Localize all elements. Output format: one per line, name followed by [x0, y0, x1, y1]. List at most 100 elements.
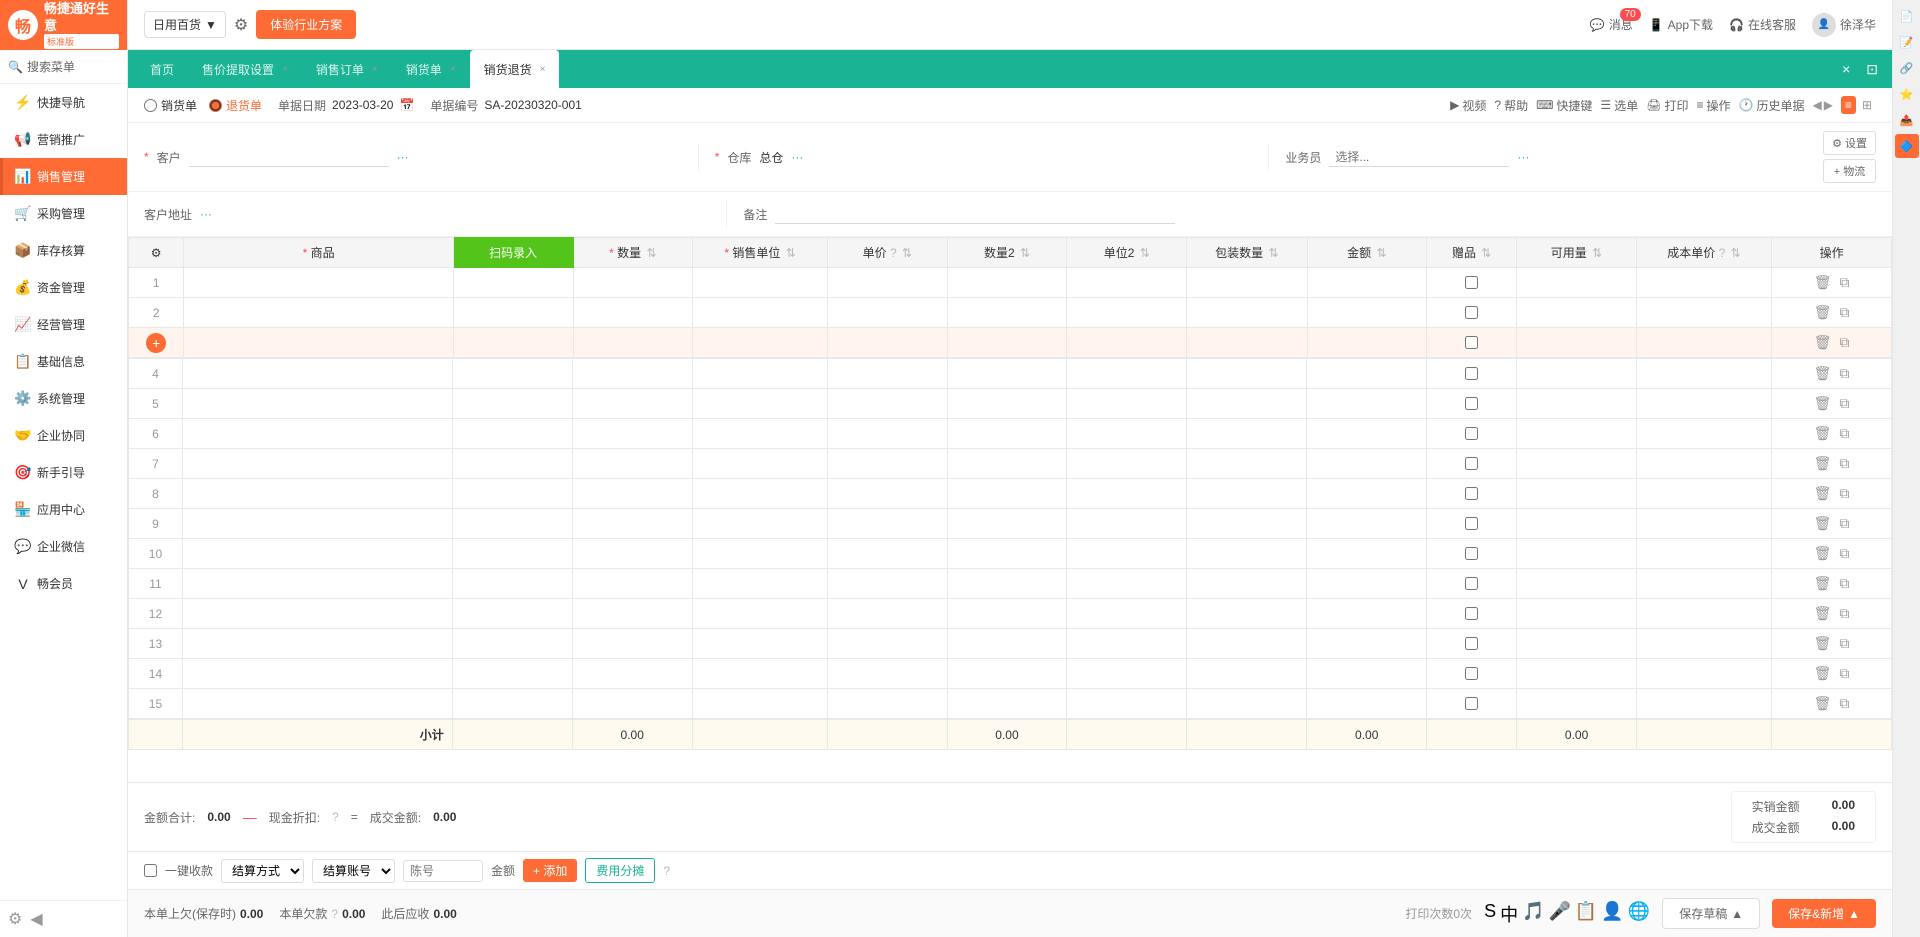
- pack-qty-cell[interactable]: [1187, 449, 1307, 479]
- price-cell[interactable]: [827, 449, 947, 479]
- pack-qty-cell[interactable]: [1187, 629, 1307, 659]
- cost-price-cell[interactable]: [1637, 599, 1772, 629]
- qty-cell[interactable]: [572, 479, 692, 509]
- price-cell[interactable]: [827, 419, 947, 449]
- goods-cell[interactable]: [182, 419, 452, 449]
- copy-row-btn[interactable]: ⧉: [1837, 453, 1851, 474]
- available-cell[interactable]: [1517, 419, 1637, 449]
- industry-select[interactable]: 日用百货 ▼: [144, 11, 226, 38]
- action-video[interactable]: ▶ 视频: [1450, 97, 1486, 114]
- right-panel-btn-1[interactable]: 📄: [1895, 4, 1919, 28]
- unit-cell[interactable]: [692, 449, 827, 479]
- pack-qty-cell[interactable]: [1187, 689, 1307, 719]
- user-profile[interactable]: 👤 徐泽华: [1812, 13, 1876, 37]
- customer-input[interactable]: [189, 148, 389, 167]
- settings-btn[interactable]: ⚙ 设置: [1823, 131, 1876, 155]
- pack-qty-cell[interactable]: [1187, 569, 1307, 599]
- gift-checkbox[interactable]: [1465, 577, 1478, 590]
- gift-checkbox[interactable]: [1465, 457, 1478, 470]
- col-header-scan[interactable]: 扫码录入: [453, 238, 573, 268]
- cost-price-cell[interactable]: [1637, 479, 1772, 509]
- cost-price-help-icon[interactable]: ?: [1719, 246, 1726, 260]
- gift-checkbox[interactable]: [1465, 517, 1478, 530]
- unit-cell[interactable]: [692, 359, 827, 389]
- unit2-cell[interactable]: [1067, 419, 1187, 449]
- qty-cell[interactable]: [572, 509, 692, 539]
- account-num-select[interactable]: 结算账号: [312, 859, 395, 883]
- qty2-cell[interactable]: [947, 599, 1067, 629]
- tab-close-all-btn[interactable]: ×: [1836, 59, 1856, 80]
- gift-checkbox[interactable]: [1465, 637, 1478, 650]
- right-panel-btn-4[interactable]: ⭐: [1895, 82, 1919, 106]
- available-cell[interactable]: [1517, 328, 1637, 358]
- goods-cell[interactable]: [182, 539, 452, 569]
- right-panel-btn-5[interactable]: 📤: [1895, 108, 1919, 132]
- message-btn[interactable]: 💬 消息 70: [1590, 16, 1633, 33]
- gift-checkbox[interactable]: [1465, 547, 1478, 560]
- price-cell[interactable]: [827, 569, 947, 599]
- unit-cell[interactable]: [692, 689, 827, 719]
- save-draft-btn[interactable]: 保存草稿 ▲: [1662, 898, 1760, 929]
- qty-sort-icon[interactable]: ⇅: [647, 246, 657, 260]
- logistics-btn[interactable]: + 物流: [1823, 159, 1876, 183]
- cost-price-cell[interactable]: [1637, 659, 1772, 689]
- address-search-btn[interactable]: ···: [200, 207, 212, 221]
- toolbar-icon-4[interactable]: 🎤: [1549, 901, 1571, 927]
- delete-row-btn[interactable]: 🗑: [1812, 453, 1834, 474]
- delete-row-btn[interactable]: 🗑: [1812, 332, 1834, 353]
- salesman-input[interactable]: [1329, 148, 1509, 167]
- action-history[interactable]: 🕐 历史单据: [1738, 97, 1804, 114]
- gift-cell[interactable]: [1427, 328, 1517, 358]
- unit-cell[interactable]: [692, 479, 827, 509]
- qty-cell[interactable]: [573, 268, 693, 298]
- gift-cell[interactable]: [1427, 629, 1517, 659]
- copy-row-btn[interactable]: ⧉: [1837, 483, 1851, 504]
- amount-cell[interactable]: [1307, 268, 1427, 298]
- qty2-cell[interactable]: [947, 328, 1067, 358]
- available-cell[interactable]: [1517, 689, 1637, 719]
- qty-cell[interactable]: [573, 328, 693, 358]
- qty-cell[interactable]: [572, 659, 692, 689]
- save-new-btn[interactable]: 保存&新增 ▲: [1772, 899, 1876, 928]
- goods-cell[interactable]: [182, 689, 452, 719]
- qty-cell[interactable]: [572, 359, 692, 389]
- price-cell[interactable]: [827, 389, 947, 419]
- delete-row-btn[interactable]: 🗑: [1812, 393, 1834, 414]
- settings-bottom-icon[interactable]: ⚙: [8, 909, 22, 929]
- toolbar-icon-2[interactable]: 中: [1500, 901, 1518, 927]
- sidebar-item-enterprise[interactable]: 🤝 企业协同: [0, 417, 127, 454]
- gift-cell[interactable]: [1427, 359, 1517, 389]
- active-goods-cell[interactable]: [184, 328, 453, 358]
- amount-cell[interactable]: [1307, 629, 1427, 659]
- salesman-search-btn[interactable]: ···: [1517, 150, 1529, 164]
- goods-cell[interactable]: [184, 268, 453, 298]
- copy-row-btn[interactable]: ⧉: [1837, 693, 1851, 714]
- toolbar-icon-3[interactable]: 🎵: [1522, 901, 1544, 927]
- pack-qty-cell[interactable]: [1187, 509, 1307, 539]
- available-cell[interactable]: [1517, 629, 1637, 659]
- sidebar-item-guide[interactable]: 🎯 新手引导: [0, 454, 127, 491]
- amount-sort-icon[interactable]: ⇅: [1377, 246, 1387, 260]
- remark-input[interactable]: [775, 205, 1175, 224]
- price-cell[interactable]: [827, 659, 947, 689]
- goods-cell[interactable]: [184, 298, 453, 328]
- warehouse-search-btn[interactable]: ···: [791, 150, 803, 164]
- gift-checkbox[interactable]: [1465, 397, 1478, 410]
- sidebar-item-shortcut[interactable]: ⚡ 快捷导航: [0, 84, 127, 121]
- customer-search-btn[interactable]: ···: [397, 150, 409, 164]
- gift-cell[interactable]: [1427, 569, 1517, 599]
- delete-row-btn[interactable]: 🗑: [1812, 363, 1834, 384]
- amount-cell[interactable]: [1307, 328, 1427, 358]
- unit-cell[interactable]: [692, 599, 827, 629]
- unit-cell[interactable]: [692, 419, 827, 449]
- price-cell[interactable]: [827, 539, 947, 569]
- single-owe-help[interactable]: ?: [331, 907, 338, 921]
- amount-cell[interactable]: [1307, 298, 1427, 328]
- available-cell[interactable]: [1517, 449, 1637, 479]
- qty2-cell[interactable]: [947, 449, 1067, 479]
- qty-cell[interactable]: [572, 389, 692, 419]
- qty-cell[interactable]: [572, 689, 692, 719]
- cost-price-cell[interactable]: [1637, 419, 1772, 449]
- action-shortcut[interactable]: ⌨ 快捷键: [1536, 97, 1592, 114]
- sidebar-item-search[interactable]: 🔍 搜索菜单: [0, 50, 127, 84]
